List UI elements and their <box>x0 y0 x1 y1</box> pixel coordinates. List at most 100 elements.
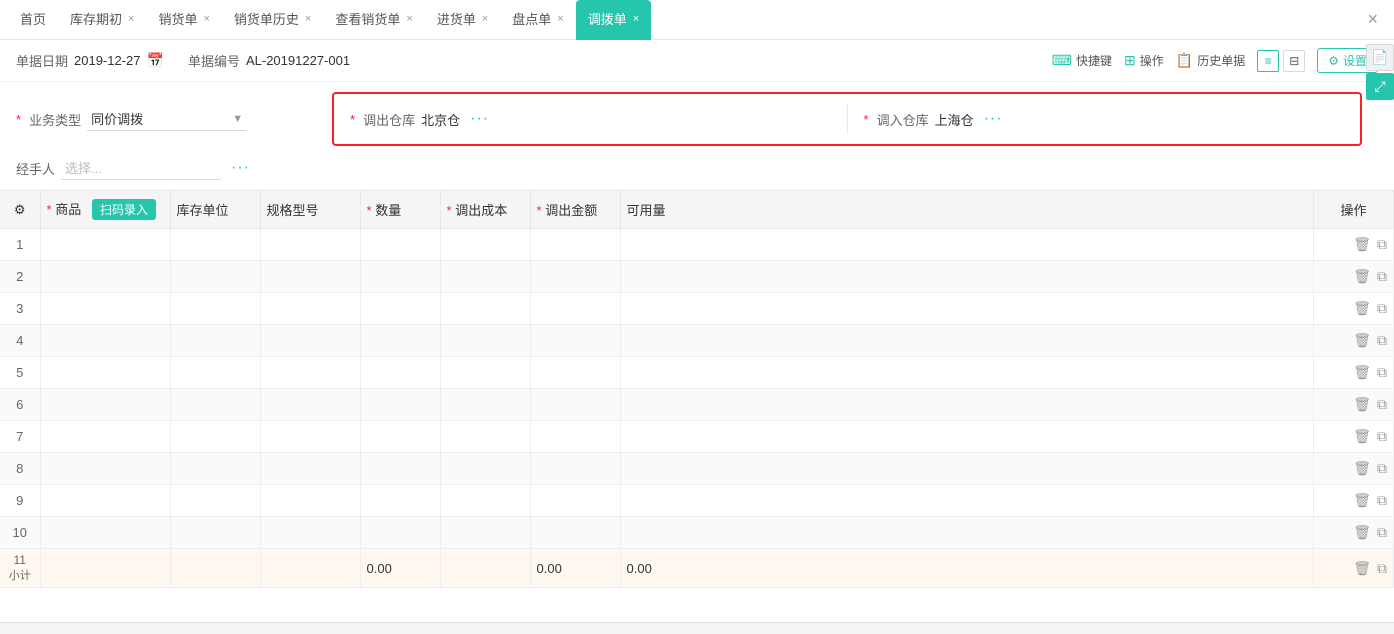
row-goods[interactable] <box>40 421 170 453</box>
warehouse-in-value[interactable]: 上海仓 <box>935 110 974 129</box>
row-amount[interactable] <box>530 453 620 485</box>
shortcuts-button[interactable]: ⌨ 快捷键 <box>1052 52 1112 69</box>
row-qty[interactable] <box>360 261 440 293</box>
row-goods[interactable] <box>40 325 170 357</box>
row-qty[interactable] <box>360 453 440 485</box>
copy-icon[interactable]: ⧉ <box>1377 364 1387 381</box>
row-amount[interactable] <box>530 325 620 357</box>
row-qty[interactable] <box>360 357 440 389</box>
copy-icon[interactable]: ⧉ <box>1377 560 1387 577</box>
row-spec[interactable] <box>260 485 360 517</box>
sidebar-doc-button[interactable]: 📄 <box>1366 44 1394 71</box>
row-qty[interactable] <box>360 485 440 517</box>
handler-select[interactable]: 选择... <box>61 156 221 180</box>
row-cost[interactable] <box>440 453 530 485</box>
tab-inventory-init[interactable]: 库存期初 × <box>58 0 146 40</box>
row-qty[interactable] <box>360 325 440 357</box>
handler-more-icon[interactable]: ··· <box>231 159 250 177</box>
tab-stocktake[interactable]: 盘点单 × <box>500 0 575 40</box>
delete-icon[interactable]: 🗑 <box>1353 460 1371 477</box>
copy-icon[interactable]: ⧉ <box>1377 236 1387 253</box>
row-qty[interactable] <box>360 517 440 549</box>
row-goods[interactable] <box>40 293 170 325</box>
copy-icon[interactable]: ⧉ <box>1377 524 1387 541</box>
row-cost[interactable] <box>440 293 530 325</box>
tab-close-stocktake[interactable]: × <box>557 13 563 25</box>
tab-close-inventory-init[interactable]: × <box>128 13 134 25</box>
row-spec[interactable] <box>260 453 360 485</box>
warehouse-in-more-icon[interactable]: ··· <box>984 110 1003 128</box>
tab-sales-order[interactable]: 销货单 × <box>146 0 221 40</box>
row-unit[interactable] <box>170 357 260 389</box>
copy-icon[interactable]: ⧉ <box>1377 332 1387 349</box>
row-qty[interactable] <box>360 293 440 325</box>
tab-view-sales[interactable]: 查看销货单 × <box>323 0 424 40</box>
row-amount[interactable] <box>530 389 620 421</box>
row-goods[interactable] <box>40 517 170 549</box>
row-spec[interactable] <box>260 421 360 453</box>
row-amount[interactable] <box>530 517 620 549</box>
row-unit[interactable] <box>170 485 260 517</box>
row-cost[interactable] <box>440 517 530 549</box>
layout-list-icon[interactable]: ≡ <box>1257 50 1279 72</box>
delete-icon[interactable]: 🗑 <box>1353 236 1371 253</box>
copy-icon[interactable]: ⧉ <box>1377 460 1387 477</box>
window-close-button[interactable]: × <box>1359 9 1386 30</box>
row-cost[interactable] <box>440 325 530 357</box>
history-button[interactable]: 📋 历史单据 <box>1176 52 1245 69</box>
row-cost[interactable] <box>440 357 530 389</box>
row-goods[interactable] <box>40 357 170 389</box>
row-cost[interactable] <box>440 229 530 261</box>
row-spec[interactable] <box>260 229 360 261</box>
table-settings-icon[interactable]: ⚙ <box>14 202 26 217</box>
sidebar-expand-button[interactable]: ⤢ <box>1366 73 1394 100</box>
row-spec[interactable] <box>260 261 360 293</box>
warehouse-out-value[interactable]: 北京仓 <box>421 110 460 129</box>
th-settings[interactable]: ⚙ <box>0 191 40 229</box>
delete-icon[interactable]: 🗑 <box>1353 364 1371 381</box>
row-unit[interactable] <box>170 421 260 453</box>
delete-icon[interactable]: 🗑 <box>1353 560 1371 577</box>
tab-close-sales-order[interactable]: × <box>203 13 209 25</box>
row-amount[interactable] <box>530 485 620 517</box>
row-amount[interactable] <box>530 229 620 261</box>
row-qty[interactable] <box>360 421 440 453</box>
row-unit[interactable] <box>170 453 260 485</box>
delete-icon[interactable]: 🗑 <box>1353 268 1371 285</box>
row-amount[interactable] <box>530 261 620 293</box>
row-goods[interactable] <box>40 485 170 517</box>
delete-icon[interactable]: 🗑 <box>1353 492 1371 509</box>
copy-icon[interactable]: ⧉ <box>1377 268 1387 285</box>
scan-button[interactable]: 扫码录入 <box>92 199 156 220</box>
date-value[interactable]: 2019-12-27 <box>74 53 141 68</box>
row-spec[interactable] <box>260 389 360 421</box>
copy-icon[interactable]: ⧉ <box>1377 396 1387 413</box>
delete-icon[interactable]: 🗑 <box>1353 300 1371 317</box>
row-cost[interactable] <box>440 261 530 293</box>
row-spec[interactable] <box>260 517 360 549</box>
row-goods[interactable] <box>40 453 170 485</box>
row-unit[interactable] <box>170 517 260 549</box>
row-unit[interactable] <box>170 229 260 261</box>
row-amount[interactable] <box>530 421 620 453</box>
copy-icon[interactable]: ⧉ <box>1377 492 1387 509</box>
row-unit[interactable] <box>170 389 260 421</box>
row-cost[interactable] <box>440 421 530 453</box>
row-goods[interactable] <box>40 389 170 421</box>
warehouse-out-more-icon[interactable]: ··· <box>470 110 489 128</box>
row-spec[interactable] <box>260 293 360 325</box>
layout-grid-icon[interactable]: ⊟ <box>1283 50 1305 72</box>
tab-home[interactable]: 首页 <box>8 0 58 40</box>
row-unit[interactable] <box>170 325 260 357</box>
tab-close-transfer[interactable]: × <box>633 13 639 25</box>
tab-close-view-sales[interactable]: × <box>406 13 412 25</box>
row-qty[interactable] <box>360 389 440 421</box>
row-cost[interactable] <box>440 389 530 421</box>
row-unit[interactable] <box>170 261 260 293</box>
copy-icon[interactable]: ⧉ <box>1377 428 1387 445</box>
operations-button[interactable]: ⊞ 操作 <box>1124 52 1164 69</box>
row-spec[interactable] <box>260 325 360 357</box>
delete-icon[interactable]: 🗑 <box>1353 396 1371 413</box>
horizontal-scrollbar[interactable] <box>0 622 1394 634</box>
tab-purchase[interactable]: 进货单 × <box>425 0 500 40</box>
